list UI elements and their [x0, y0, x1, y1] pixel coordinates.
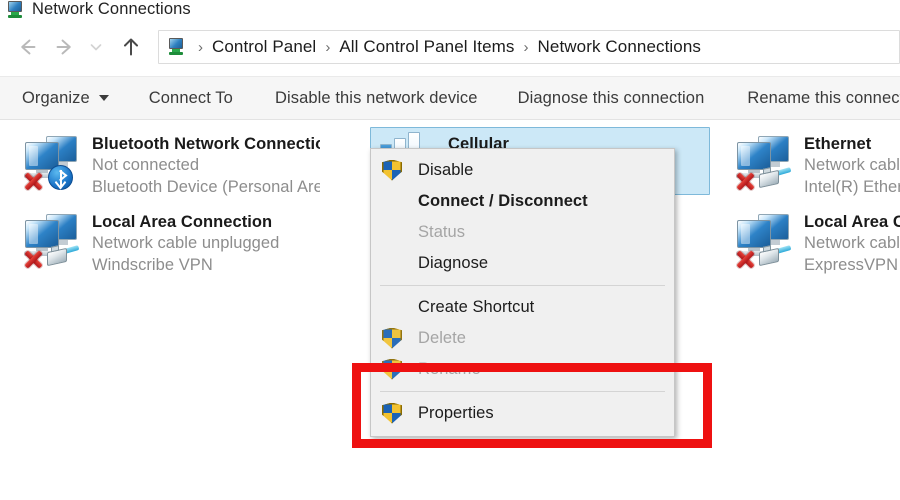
breadcrumb[interactable]: › Control Panel › All Control Panel Item…: [158, 30, 900, 64]
uac-shield-icon: [382, 159, 404, 182]
list-item-local-area-connection-expressvpn[interactable]: Local Area Con Network cable ExpressVPN …: [726, 205, 900, 281]
context-menu-separator-2: [380, 391, 665, 392]
breadcrumb-item-all-control-panel-items[interactable]: All Control Panel Items: [339, 37, 514, 57]
menu-icon-placeholder: [382, 191, 404, 213]
context-menu-item-properties[interactable]: Properties: [371, 398, 674, 429]
context-menu-item-diagnose[interactable]: Diagnose: [371, 248, 674, 279]
uac-shield-icon: [382, 358, 404, 381]
network-connections-window: Network Connections › Control Panel › Al…: [0, 0, 900, 500]
uac-shield-icon: [382, 402, 404, 425]
menu-icon-placeholder: [382, 222, 404, 244]
path-network-connections-icon: [167, 37, 187, 57]
context-menu-label: Properties: [418, 404, 494, 422]
context-menu-label: Status: [418, 223, 466, 241]
list-item-text: Local Area Con Network cable ExpressVPN …: [804, 210, 900, 276]
connect-to-button[interactable]: Connect To: [149, 89, 233, 108]
uac-shield-icon: [382, 327, 404, 350]
list-item-ethernet[interactable]: Ethernet Network cable Intel(R) Etherne: [726, 127, 900, 203]
connection-name: Local Area Connection: [92, 213, 273, 231]
breadcrumb-separator-2: ›: [523, 38, 529, 56]
connection-device: ExpressVPN TU: [804, 255, 900, 274]
organize-label: Organize: [22, 88, 90, 107]
list-item-text: Local Area Connection Network cable unpl…: [92, 210, 279, 276]
breadcrumb-item-control-panel[interactable]: Control Panel: [212, 37, 316, 57]
window-title: Network Connections: [32, 0, 191, 18]
organize-button[interactable]: Organize: [22, 89, 109, 108]
context-menu-item-disable[interactable]: Disable: [371, 155, 674, 186]
breadcrumb-item-network-connections[interactable]: Network Connections: [538, 37, 701, 57]
context-menu-label: Create Shortcut: [418, 298, 535, 316]
connection-status: Not connected: [92, 156, 200, 175]
chevron-down-icon[interactable]: [84, 30, 108, 64]
caret-down-icon: [98, 95, 109, 101]
context-menu-item-delete: Delete: [371, 323, 674, 354]
connection-status: Network cable: [804, 234, 900, 253]
context-menu: Disable Connect / Disconnect Status Diag…: [370, 148, 675, 437]
breadcrumb-separator-1: ›: [325, 38, 331, 56]
rename-this-connection-button[interactable]: Rename this connectio: [747, 89, 900, 108]
context-menu-item-status: Status: [371, 217, 674, 248]
menu-icon-placeholder: [382, 253, 404, 275]
diagnose-this-connection-button[interactable]: Diagnose this connection: [518, 89, 705, 108]
context-menu-label: Delete: [418, 329, 466, 347]
network-connections-icon: [6, 0, 26, 20]
context-menu-label: Rename: [418, 360, 481, 378]
disable-this-network-device-button[interactable]: Disable this network device: [275, 89, 478, 108]
connection-device: Intel(R) Etherne: [804, 177, 900, 196]
network-adapter-bluetooth-icon: [20, 132, 84, 191]
up-arrow-icon[interactable]: [114, 30, 148, 64]
context-menu-item-connect-disconnect[interactable]: Connect / Disconnect: [371, 186, 674, 217]
list-item-text: Bluetooth Network Connection Not connect…: [92, 132, 320, 198]
connection-status: Network cable: [804, 156, 900, 175]
connection-device: Bluetooth Device (Personal Area ...: [92, 177, 320, 196]
list-item-local-area-connection-windscribe[interactable]: Local Area Connection Network cable unpl…: [14, 205, 324, 281]
list-item-bluetooth-network-connection[interactable]: Bluetooth Network Connection Not connect…: [14, 127, 324, 203]
connection-device: Windscribe VPN: [92, 255, 213, 274]
context-menu-label: Diagnose: [418, 254, 489, 272]
network-adapter-ethernet-icon: [732, 132, 796, 191]
connection-status: Network cable unplugged: [92, 234, 280, 253]
breadcrumb-separator-0: ›: [198, 38, 203, 56]
list-item-text: Ethernet Network cable Intel(R) Etherne: [804, 132, 900, 198]
network-adapter-ethernet-icon: [732, 210, 796, 269]
address-bar: › Control Panel › All Control Panel Item…: [0, 22, 900, 72]
connection-name: Bluetooth Network Connection: [92, 135, 320, 153]
title-bar: Network Connections: [0, 0, 900, 22]
connection-name: Ethernet: [804, 135, 872, 153]
context-menu-label: Disable: [418, 161, 474, 179]
command-toolbar: Organize Connect To Disable this network…: [0, 76, 900, 120]
context-menu-item-create-shortcut[interactable]: Create Shortcut: [371, 292, 674, 323]
menu-icon-placeholder: [382, 297, 404, 319]
connection-name: Local Area Con: [804, 213, 900, 231]
context-menu-item-rename: Rename: [371, 354, 674, 385]
context-menu-label: Connect / Disconnect: [418, 192, 588, 210]
context-menu-separator-1: [380, 285, 665, 286]
forward-arrow-icon[interactable]: [48, 30, 82, 64]
back-arrow-icon[interactable]: [10, 30, 44, 64]
network-adapter-ethernet-icon: [20, 210, 84, 269]
